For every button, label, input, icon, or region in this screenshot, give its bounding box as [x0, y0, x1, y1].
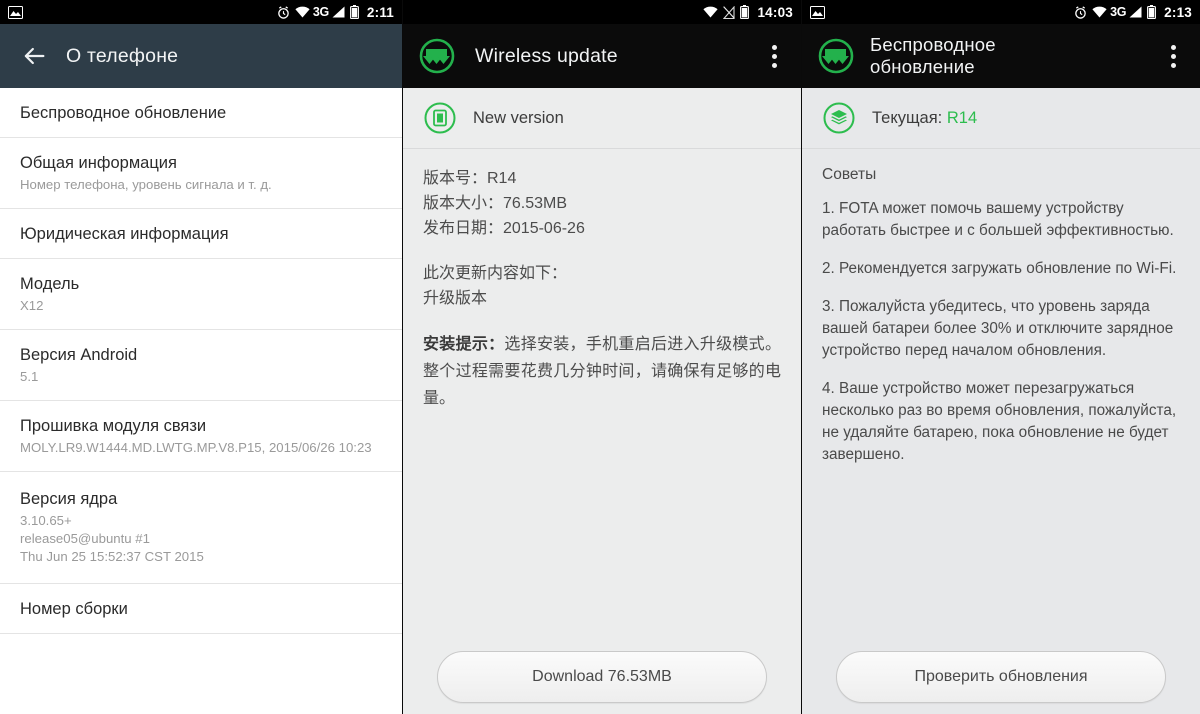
new-version-row: New version	[403, 88, 801, 149]
current-version-value: R14	[946, 108, 978, 127]
new-version-label: New version	[473, 108, 564, 127]
tip-item: 3. Пожалуйста убедитесь, что уровень зар…	[822, 298, 1174, 359]
tip-item: 4. Ваше устройство может перезагружаться…	[822, 380, 1177, 463]
battery-icon	[740, 5, 750, 19]
layers-icon	[822, 101, 856, 135]
alarm-icon	[1074, 5, 1087, 19]
current-version-text: Текущая:	[872, 108, 943, 127]
install-notice-label: 安装提示：	[423, 336, 505, 353]
tip-item: 1. FOTA может помочь вашему устройству р…	[822, 200, 1174, 239]
overflow-menu-icon[interactable]	[1160, 41, 1186, 71]
settings-item-android-version[interactable]: Версия Android 5.1	[0, 330, 402, 401]
panel-about-phone: 3G 2:11 О телефоне Беспроводное обновлен…	[0, 0, 402, 714]
current-version-row: Текущая: R14	[802, 88, 1200, 149]
settings-item-title: Версия Android	[20, 346, 138, 364]
panel-wireless-update-en: 14:03 Wireless update New version 版本号：R1…	[402, 0, 801, 714]
tips-section: Советы 1. FOTA может помочь вашему устро…	[802, 149, 1200, 466]
changelog-body: 升级版本	[423, 290, 488, 307]
app-title-ru-line1: Беспроводное	[870, 34, 996, 55]
download-button-bar: Download 76.53MB	[403, 640, 801, 714]
settings-item-model[interactable]: Модель X12	[0, 259, 402, 330]
settings-item-subtitle: Номер телефона, уровень сигнала и т. д.	[20, 177, 272, 192]
changelog-heading: 此次更新内容如下：	[423, 265, 568, 282]
app-title-ru: Беспроводное обновление	[870, 34, 1160, 78]
battery-icon	[349, 5, 359, 19]
network-type-label: 3G	[312, 5, 329, 19]
battery-icon	[1147, 5, 1157, 19]
action-bar-about-phone: О телефоне	[0, 24, 402, 88]
install-notice: 安装提示：选择安装，手机重启后进入升级模式。整个过程需要花费几分钟时间，请确保有…	[423, 331, 781, 412]
status-bar-right: 3G 2:13	[802, 0, 1200, 24]
wifi-icon	[295, 6, 310, 18]
new-version-icon	[423, 101, 457, 135]
settings-item-title: Беспроводное обновление	[20, 104, 227, 122]
update-details-en: 版本号：R14 版本大小：76.53MB 发布日期：2015-06-26 此次更…	[403, 149, 801, 412]
clock-left: 2:11	[366, 4, 394, 20]
clock-right: 2:13	[1164, 4, 1192, 20]
current-version-label: Текущая: R14	[872, 109, 977, 128]
wifi-icon	[703, 6, 719, 18]
version-number-line: 版本号：R14	[423, 170, 517, 187]
check-updates-button-bar: Проверить обновления	[802, 640, 1200, 714]
wireless-update-logo-icon	[816, 36, 856, 76]
settings-item-title: Номер сборки	[20, 600, 128, 618]
app-title-ru-line2: обновление	[870, 56, 975, 77]
page-title: О телефоне	[66, 44, 179, 67]
settings-item-subtitle: MOLY.LR9.W1444.MD.LWTG.MP.V8.P15, 2015/0…	[20, 440, 372, 455]
settings-item-wireless-update[interactable]: Беспроводное обновление	[0, 88, 402, 138]
sim-off-icon	[723, 5, 736, 19]
back-arrow-icon[interactable]	[20, 42, 48, 70]
settings-item-title: Общая информация	[20, 154, 177, 172]
action-bar-wireless-update-ru: Беспроводное обновление	[802, 24, 1200, 88]
overflow-menu-icon[interactable]	[761, 41, 787, 71]
version-size-line: 版本大小：76.53MB	[423, 195, 568, 212]
settings-item-baseband-version[interactable]: Прошивка модуля связи MOLY.LR9.W1444.MD.…	[0, 401, 402, 472]
settings-item-subtitle: 3.10.65+ release05@ubuntu #1 Thu Jun 25 …	[20, 513, 204, 564]
screenshot-icon	[8, 5, 23, 19]
settings-item-general-info[interactable]: Общая информация Номер телефона, уровень…	[0, 138, 402, 209]
settings-item-title: Модель	[20, 275, 80, 293]
status-bar-left: 3G 2:11	[0, 0, 402, 24]
signal-icon	[332, 6, 345, 18]
check-updates-button[interactable]: Проверить обновления	[836, 651, 1166, 703]
tips-title: Советы	[822, 166, 877, 183]
alarm-icon	[277, 5, 290, 19]
tip-item: 2. Рекомендуется загружать обновление по…	[822, 260, 1177, 277]
release-date-line: 发布日期：2015-06-26	[423, 220, 585, 237]
network-type-label: 3G	[1110, 5, 1127, 19]
three-panel-screenshot: 3G 2:11 О телефоне Беспроводное обновлен…	[0, 0, 1200, 714]
settings-list: Беспроводное обновление Общая информация…	[0, 88, 402, 634]
settings-item-subtitle: X12	[20, 298, 44, 313]
wifi-icon	[1092, 6, 1107, 18]
signal-icon	[1129, 6, 1142, 18]
settings-item-title: Юридическая информация	[20, 225, 229, 243]
app-title-en: Wireless update	[475, 44, 618, 67]
panel-wireless-update-ru: 3G 2:13 Беспроводное обновление Текущая:…	[801, 0, 1200, 714]
screenshot-icon	[810, 5, 825, 19]
settings-item-legal-info[interactable]: Юридическая информация	[0, 209, 402, 259]
settings-item-title: Версия ядра	[20, 490, 118, 508]
settings-item-kernel-version[interactable]: Версия ядра 3.10.65+ release05@ubuntu #1…	[0, 472, 402, 584]
download-button[interactable]: Download 76.53MB	[437, 651, 767, 703]
status-bar-middle: 14:03	[403, 0, 801, 24]
clock-middle: 14:03	[757, 4, 793, 20]
wireless-update-logo-icon	[417, 36, 457, 76]
settings-item-title: Прошивка модуля связи	[20, 417, 207, 435]
settings-item-build-number[interactable]: Номер сборки	[0, 584, 402, 634]
action-bar-wireless-update-en: Wireless update	[403, 24, 801, 88]
settings-item-subtitle: 5.1	[20, 369, 39, 384]
